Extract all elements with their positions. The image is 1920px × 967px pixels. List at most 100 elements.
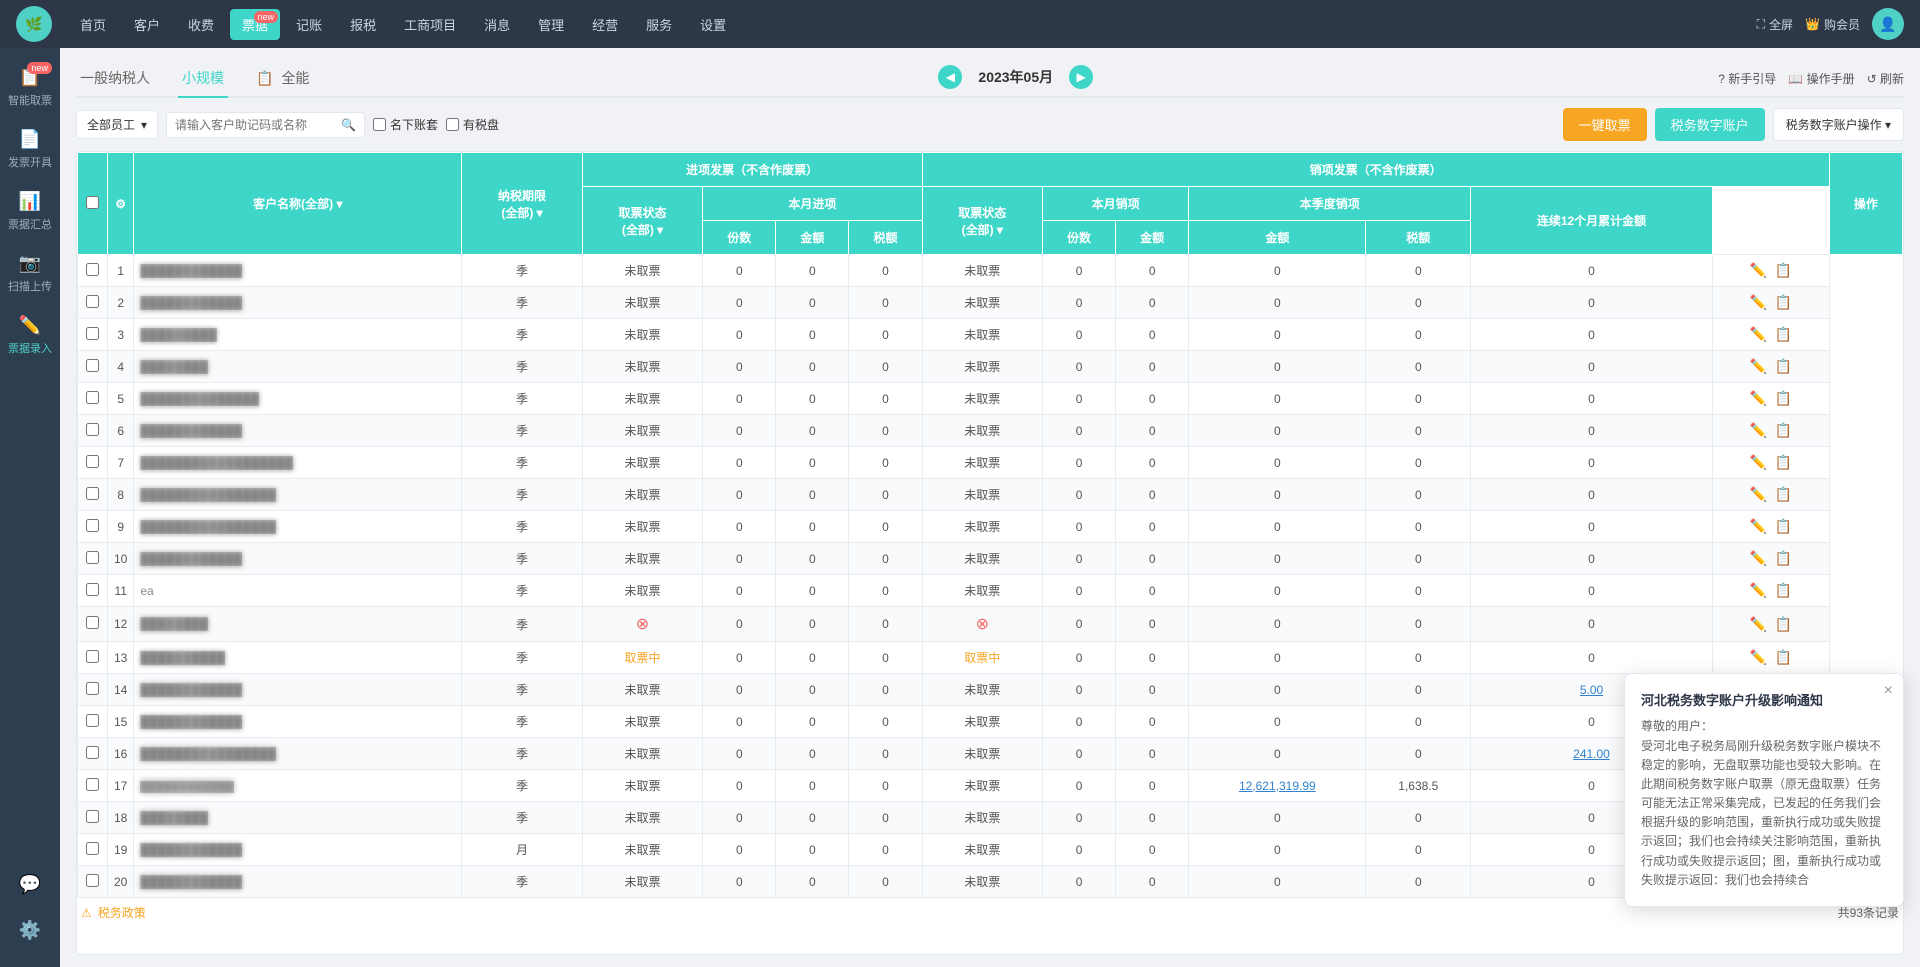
tax-digital-account-action-btn[interactable]: 税务数字账户操作 ▾: [1773, 108, 1904, 141]
checkbox-sub-account[interactable]: 名下账套: [373, 116, 438, 133]
sidebar-item-invoice-open[interactable]: 📄 发票开具: [0, 118, 60, 180]
edit-icon-4[interactable]: ✏️: [1750, 358, 1767, 374]
th-in-status[interactable]: 取票状态(全部) ▾: [582, 187, 702, 255]
edit-icon-3[interactable]: ✏️: [1750, 326, 1767, 342]
user-avatar[interactable]: 👤: [1872, 8, 1904, 40]
sidebar-item-message[interactable]: 💬: [0, 863, 60, 905]
cell-accumulated-3: 0: [1471, 319, 1713, 351]
search-input[interactable]: [175, 118, 335, 132]
tab-general-taxpayer[interactable]: 一般纳税人: [76, 60, 154, 98]
copy-icon-13[interactable]: 📋: [1774, 649, 1791, 665]
copy-icon-1[interactable]: 📋: [1774, 262, 1791, 278]
copy-icon-10[interactable]: 📋: [1774, 550, 1791, 566]
edit-icon-1[interactable]: ✏️: [1750, 262, 1767, 278]
cell-quarter-tax-10: 0: [1366, 543, 1471, 575]
th-tax-period[interactable]: 纳税期限(全部) ▾: [462, 153, 582, 255]
refresh-link[interactable]: ↺ 刷新: [1867, 70, 1904, 87]
manual-link[interactable]: 📖 操作手册: [1788, 70, 1854, 87]
cell-checkbox: [78, 543, 108, 575]
tax-digital-account-btn[interactable]: 税务数字账户: [1655, 108, 1765, 141]
row-checkbox-10[interactable]: [86, 551, 99, 564]
edit-icon-10[interactable]: ✏️: [1750, 550, 1767, 566]
row-checkbox-20[interactable]: [86, 874, 99, 887]
row-checkbox-17[interactable]: [86, 778, 99, 791]
nav-settings[interactable]: 设置: [688, 9, 738, 40]
nav-business[interactable]: 工商项目: [392, 9, 468, 40]
copy-icon-9[interactable]: 📋: [1774, 518, 1791, 534]
sidebar-item-scan-upload[interactable]: 📷 扫描上传: [0, 242, 60, 304]
copy-icon-5[interactable]: 📋: [1774, 390, 1791, 406]
nav-manage[interactable]: 管理: [526, 9, 576, 40]
row-checkbox-3[interactable]: [86, 327, 99, 340]
row-checkbox-15[interactable]: [86, 714, 99, 727]
row-checkbox-18[interactable]: [86, 810, 99, 823]
select-all-checkbox[interactable]: [86, 196, 99, 209]
copy-icon-12[interactable]: 📋: [1774, 616, 1791, 632]
prev-month-btn[interactable]: ◀: [938, 65, 962, 89]
tax-policy-label[interactable]: 税务政策: [98, 904, 146, 921]
edit-icon-12[interactable]: ✏️: [1750, 616, 1767, 632]
row-checkbox-16[interactable]: [86, 746, 99, 759]
row-checkbox-11[interactable]: [86, 583, 99, 596]
edit-icon-9[interactable]: ✏️: [1750, 518, 1767, 534]
nav-fee[interactable]: 收费: [176, 9, 226, 40]
tab-all[interactable]: 📋 全能: [252, 60, 313, 98]
search-icon[interactable]: 🔍: [341, 118, 356, 132]
nav-accounting[interactable]: 记账: [284, 9, 334, 40]
row-checkbox-2[interactable]: [86, 295, 99, 308]
nav-tax[interactable]: 报税: [338, 9, 388, 40]
edit-icon-5[interactable]: ✏️: [1750, 390, 1767, 406]
row-checkbox-8[interactable]: [86, 487, 99, 500]
tax-disk-checkbox[interactable]: [446, 118, 459, 131]
notification-close-btn[interactable]: ×: [1884, 682, 1893, 700]
copy-icon-11[interactable]: 📋: [1774, 582, 1791, 598]
edit-icon-13[interactable]: ✏️: [1750, 649, 1767, 665]
member-btn[interactable]: 👑 购会员: [1805, 16, 1860, 33]
th-client-name[interactable]: 客户名称(全部) ▾: [134, 153, 462, 255]
nav-service[interactable]: 服务: [634, 9, 684, 40]
cell-no: 16: [108, 738, 134, 770]
edit-icon-6[interactable]: ✏️: [1750, 422, 1767, 438]
row-checkbox-9[interactable]: [86, 519, 99, 532]
nav-home[interactable]: 首页: [68, 9, 118, 40]
tab-small-scale[interactable]: 小规模: [178, 60, 228, 98]
th-out-status[interactable]: 取票状态(全部) ▾: [922, 187, 1042, 255]
edit-icon-7[interactable]: ✏️: [1750, 454, 1767, 470]
cell-quarter-amount-17[interactable]: 12,621,319.99: [1189, 770, 1366, 802]
copy-icon-3[interactable]: 📋: [1774, 326, 1791, 342]
cell-period-3: 季: [462, 319, 582, 351]
row-checkbox-4[interactable]: [86, 359, 99, 372]
edit-icon-2[interactable]: ✏️: [1750, 294, 1767, 310]
copy-icon-6[interactable]: 📋: [1774, 422, 1791, 438]
checkbox-tax-disk[interactable]: 有税盘: [446, 116, 499, 133]
copy-icon-4[interactable]: 📋: [1774, 358, 1791, 374]
nav-operation[interactable]: 经营: [580, 9, 630, 40]
new-guide-link[interactable]: ? 新手引导: [1718, 70, 1776, 87]
cell-no: 9: [108, 511, 134, 543]
nav-message[interactable]: 消息: [472, 9, 522, 40]
employee-select[interactable]: 全部员工 ▾: [76, 110, 158, 139]
sub-account-checkbox[interactable]: [373, 118, 386, 131]
row-checkbox-1[interactable]: [86, 263, 99, 276]
copy-icon-8[interactable]: 📋: [1774, 486, 1791, 502]
row-checkbox-7[interactable]: [86, 455, 99, 468]
edit-icon-11[interactable]: ✏️: [1750, 582, 1767, 598]
edit-icon-8[interactable]: ✏️: [1750, 486, 1767, 502]
nav-client[interactable]: 客户: [122, 9, 172, 40]
row-checkbox-13[interactable]: [86, 650, 99, 663]
nav-ticket[interactable]: 票据 new: [230, 9, 280, 40]
copy-icon-2[interactable]: 📋: [1774, 294, 1791, 310]
cell-in-status-7: 未取票: [582, 447, 702, 479]
row-checkbox-14[interactable]: [86, 682, 99, 695]
sidebar-item-ticket-summary[interactable]: 📊 票据汇总: [0, 180, 60, 242]
row-checkbox-5[interactable]: [86, 391, 99, 404]
row-checkbox-12[interactable]: [86, 616, 99, 629]
one-click-ticket-btn[interactable]: 一键取票: [1563, 108, 1647, 141]
row-checkbox-6[interactable]: [86, 423, 99, 436]
next-month-btn[interactable]: ▶: [1069, 65, 1093, 89]
sidebar-item-ticket-entry[interactable]: ✏️ 票据录入: [0, 304, 60, 366]
fullscreen-btn[interactable]: ⛶ 全屏: [1757, 16, 1793, 33]
copy-icon-7[interactable]: 📋: [1774, 454, 1791, 470]
row-checkbox-19[interactable]: [86, 842, 99, 855]
sidebar-item-config[interactable]: ⚙️: [0, 909, 60, 951]
